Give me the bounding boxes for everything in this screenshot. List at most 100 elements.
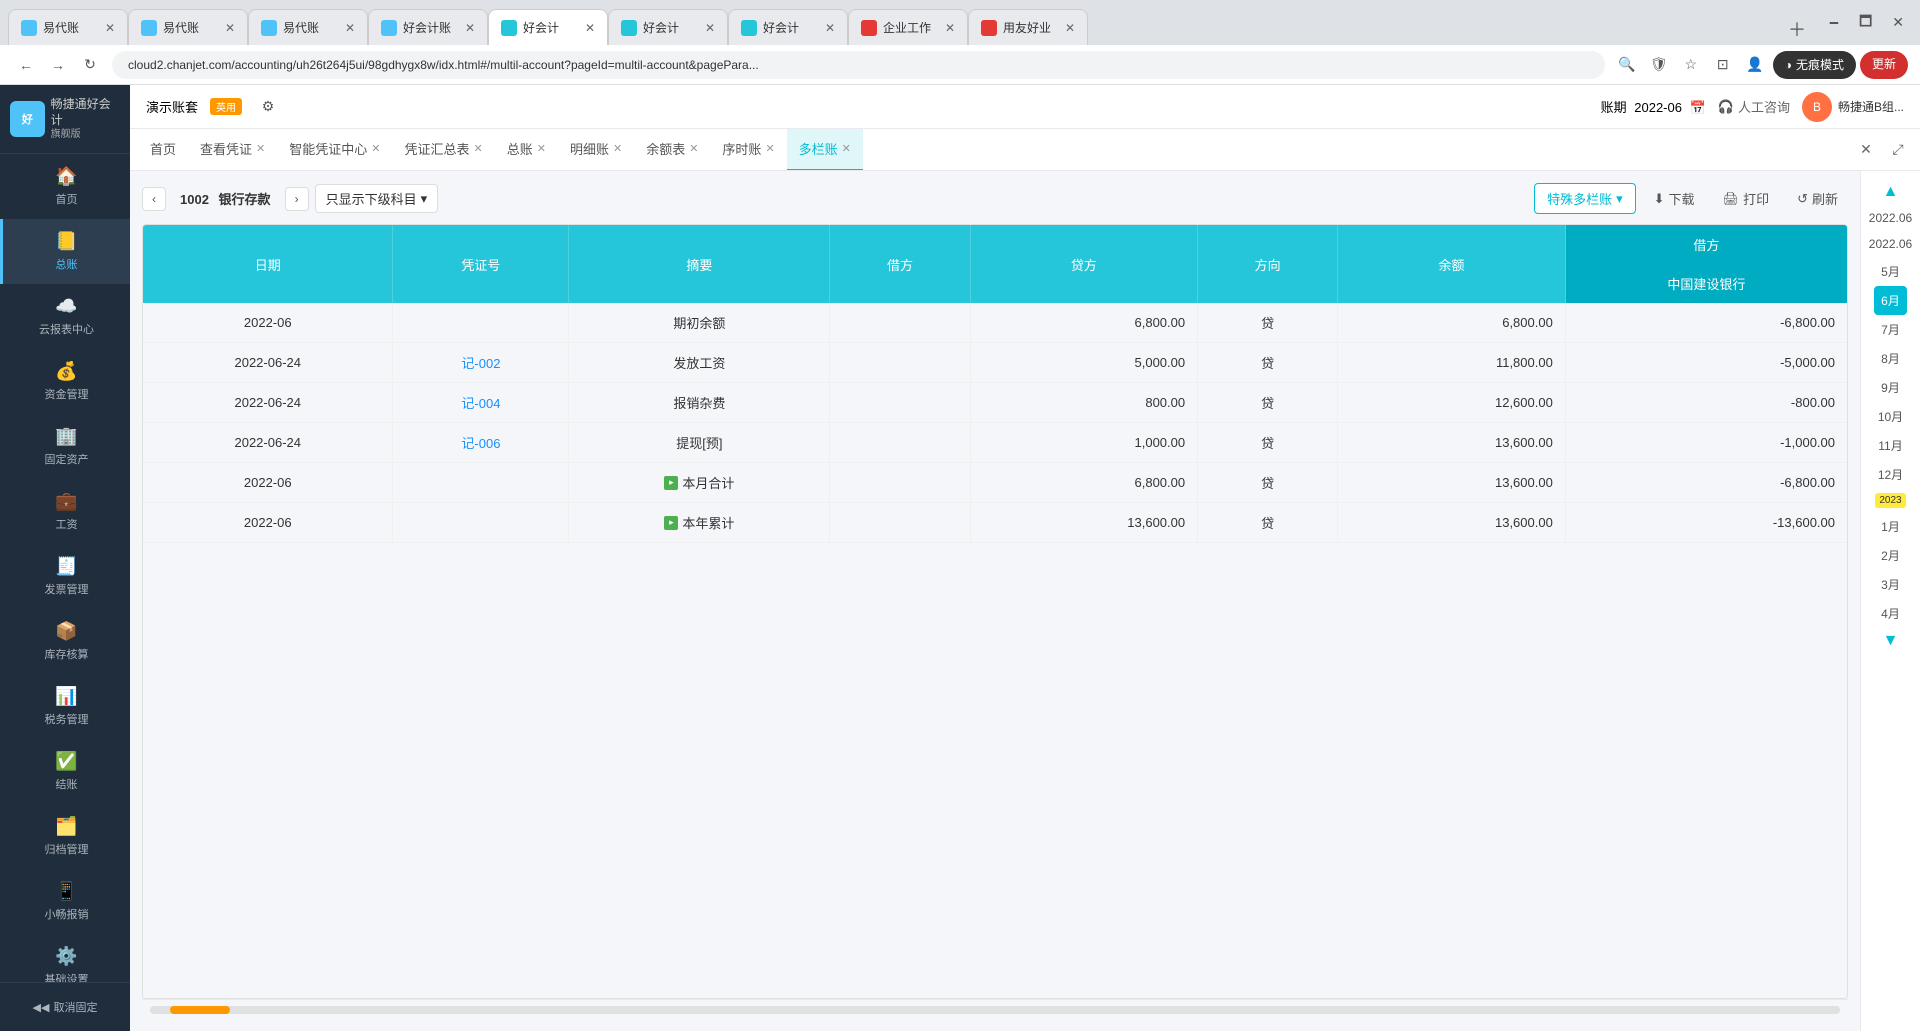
- consulting-button[interactable]: 🎧 人工咨询: [1718, 97, 1790, 116]
- maximize-button[interactable]: 🗖: [1851, 7, 1880, 39]
- sub-tab-余额表[interactable]: 余额表✕: [634, 129, 710, 171]
- browser-tab-1[interactable]: 易代账 ✕: [8, 9, 128, 45]
- month-item-2023-3[interactable]: 4月: [1877, 599, 1904, 628]
- print-button[interactable]: 🖨 打印: [1713, 184, 1780, 213]
- sidebar-item-6[interactable]: 🧾 发票管理: [0, 544, 130, 609]
- tab-close-button[interactable]: ✕: [465, 21, 475, 35]
- star-icon[interactable]: ☆: [1677, 51, 1705, 79]
- reload-button[interactable]: ↻: [76, 51, 104, 79]
- sidebar-icon-11: 📱: [55, 881, 77, 902]
- sidebar-item-4[interactable]: 🏢 固定资产: [0, 414, 130, 479]
- tab-close-button[interactable]: ✕: [945, 21, 955, 35]
- sidebar-item-9[interactable]: ✅ 结账: [0, 739, 130, 804]
- month-item-2023-2[interactable]: 3月: [1877, 570, 1904, 599]
- tab-close-button[interactable]: ✕: [225, 21, 235, 35]
- month-item-2023-0[interactable]: 1月: [1877, 512, 1904, 541]
- tab-icon: [381, 20, 397, 36]
- sub-tab-首页[interactable]: 首页: [138, 129, 188, 171]
- month-item-2022-1[interactable]: 6月: [1874, 286, 1907, 315]
- shield-icon[interactable]: 🛡: [1645, 51, 1673, 79]
- sub-tab-总账[interactable]: 总账✕: [495, 129, 558, 171]
- horizontal-scrollbar[interactable]: [150, 1006, 1840, 1014]
- month-item-2022-7[interactable]: 12月: [1874, 460, 1907, 489]
- special-ledger-button[interactable]: 特殊多栏账 ▾: [1534, 183, 1636, 214]
- period-top-1[interactable]: 2022.06: [1861, 205, 1920, 231]
- month-item-2022-5[interactable]: 10月: [1874, 402, 1907, 431]
- sidebar-item-0[interactable]: 🏠 首页: [0, 154, 130, 219]
- sub-tab-序时账[interactable]: 序时账✕: [710, 129, 786, 171]
- sidebar-item-12[interactable]: ⚙️ 基础设置: [0, 934, 130, 982]
- no-trace-button[interactable]: ◑ 无痕模式: [1773, 51, 1856, 79]
- profile-icon[interactable]: 👤: [1741, 51, 1769, 79]
- tab-close-button[interactable]: ✕: [705, 21, 715, 35]
- sidebar-item-1[interactable]: 📒 总账: [0, 219, 130, 284]
- sub-tab-凭证汇总表[interactable]: 凭证汇总表✕: [392, 129, 494, 171]
- next-account-button[interactable]: ›: [285, 187, 309, 211]
- sub-tab-close[interactable]: ✕: [537, 142, 546, 155]
- sub-tab-close[interactable]: ✕: [613, 142, 622, 155]
- tab-close-button[interactable]: ✕: [1065, 21, 1075, 35]
- download-button[interactable]: ⬇ 下载: [1644, 184, 1705, 213]
- minimize-button[interactable]: 🗕: [1821, 7, 1847, 39]
- refresh-button[interactable]: ↺ 刷新: [1787, 184, 1848, 213]
- tab-close-button[interactable]: ✕: [345, 21, 355, 35]
- sidebar-item-7[interactable]: 📦 库存核算: [0, 609, 130, 674]
- browser-tab-7[interactable]: 好会计 ✕: [728, 9, 848, 45]
- sub-tab-close[interactable]: ✕: [474, 142, 483, 155]
- sidebar-item-10[interactable]: 🗂️ 归档管理: [0, 804, 130, 869]
- browser-tab-6[interactable]: 好会计 ✕: [608, 9, 728, 45]
- browser-tab-2[interactable]: 易代账 ✕: [128, 9, 248, 45]
- month-item-2022-2[interactable]: 7月: [1874, 315, 1907, 344]
- panel-close-button[interactable]: ✕: [1852, 136, 1880, 164]
- browser-tab-8[interactable]: 企业工作 ✕: [848, 9, 968, 45]
- sub-tab-查看凭证[interactable]: 查看凭证✕: [188, 129, 277, 171]
- extend-icon[interactable]: ⊡: [1709, 51, 1737, 79]
- sub-tab-明细账[interactable]: 明细账✕: [558, 129, 634, 171]
- month-item-2022-4[interactable]: 9月: [1874, 373, 1907, 402]
- month-item-2023-1[interactable]: 2月: [1877, 541, 1904, 570]
- prev-account-button[interactable]: ‹: [142, 187, 166, 211]
- voucher-link[interactable]: 记-002: [461, 356, 500, 371]
- sidebar-item-11[interactable]: 📱 小畅报销: [0, 869, 130, 934]
- period-top-2[interactable]: 2022.06: [1861, 231, 1920, 257]
- panel-up-arrow[interactable]: ▲: [1879, 179, 1903, 205]
- browser-tab-4[interactable]: 好会计账 ✕: [368, 9, 488, 45]
- address-input[interactable]: cloud2.chanjet.com/accounting/uh26t264j5…: [112, 51, 1605, 79]
- month-item-2022-0[interactable]: 5月: [1874, 257, 1907, 286]
- update-button[interactable]: 更新: [1860, 51, 1908, 79]
- browser-tab-3[interactable]: 易代账 ✕: [248, 9, 368, 45]
- panel-expand-button[interactable]: ⤢: [1884, 136, 1912, 164]
- month-item-2022-3[interactable]: 8月: [1874, 344, 1907, 373]
- browser-tab-9[interactable]: 用友好业 ✕: [968, 9, 1088, 45]
- sub-tab-close[interactable]: ✕: [765, 142, 774, 155]
- sub-tab-智能凭证中心[interactable]: 智能凭证中心✕: [277, 129, 392, 171]
- scrollbar-thumb[interactable]: [170, 1006, 230, 1014]
- tab-close-button[interactable]: ✕: [105, 21, 115, 35]
- sub-tab-close[interactable]: ✕: [256, 142, 265, 155]
- sub-tab-close[interactable]: ✕: [842, 142, 851, 155]
- back-button[interactable]: ←: [12, 51, 40, 79]
- new-tab-button[interactable]: ＋: [1781, 13, 1813, 45]
- voucher-link[interactable]: 记-006: [461, 436, 500, 451]
- sub-tab-多栏账[interactable]: 多栏账✕: [787, 129, 863, 171]
- collapse-button[interactable]: ◀◀ 取消固定: [4, 991, 126, 1023]
- print-icon: 🖨: [1723, 191, 1740, 207]
- panel-down-arrow[interactable]: ▼: [1879, 628, 1903, 654]
- sub-tab-close[interactable]: ✕: [371, 142, 380, 155]
- forward-button[interactable]: →: [44, 51, 72, 79]
- sidebar-item-5[interactable]: 💼 工资: [0, 479, 130, 544]
- sidebar-item-2[interactable]: ☁️ 云报表中心: [0, 284, 130, 349]
- browser-tab-5[interactable]: 好会计 ✕: [488, 9, 608, 45]
- tab-close-button[interactable]: ✕: [585, 21, 595, 35]
- tab-close-button[interactable]: ✕: [825, 21, 835, 35]
- month-item-2022-6[interactable]: 11月: [1874, 431, 1907, 460]
- show-sub-button[interactable]: 只显示下级科目 ▾: [315, 184, 439, 213]
- settings-icon[interactable]: ⚙: [254, 93, 282, 121]
- voucher-link[interactable]: 记-004: [461, 396, 500, 411]
- download-icon: ⬇: [1654, 191, 1665, 207]
- close-button[interactable]: ✕: [1884, 10, 1912, 35]
- sub-tab-close[interactable]: ✕: [689, 142, 698, 155]
- sidebar-item-8[interactable]: 📊 税务管理: [0, 674, 130, 739]
- search-icon[interactable]: 🔍: [1613, 51, 1641, 79]
- sidebar-item-3[interactable]: 💰 资金管理: [0, 349, 130, 414]
